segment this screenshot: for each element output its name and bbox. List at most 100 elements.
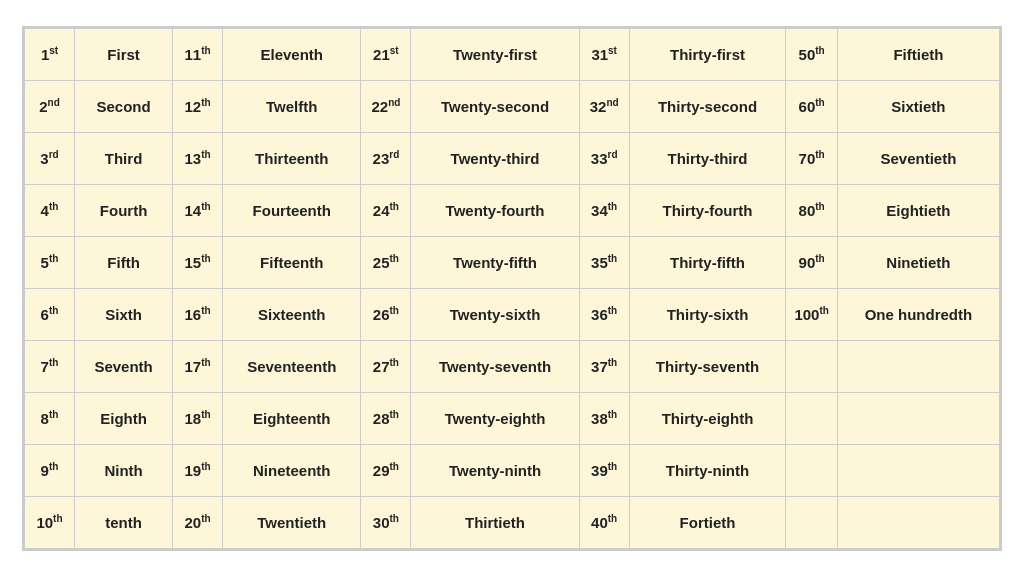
- number-cell: [786, 340, 837, 392]
- number-cell: 32nd: [579, 80, 629, 132]
- number-cell: 23rd: [361, 132, 411, 184]
- ordinal-numbers-table: 1stFirst11thEleventh21stTwenty-first31st…: [22, 26, 1002, 551]
- number-cell: 22nd: [361, 80, 411, 132]
- number-cell: 1st: [25, 28, 75, 80]
- number-cell: 20th: [173, 496, 223, 548]
- number-cell: 100th: [786, 288, 837, 340]
- number-cell: [786, 392, 837, 444]
- number-cell: 25th: [361, 236, 411, 288]
- word-cell: Seventeenth: [223, 340, 361, 392]
- number-cell: 35th: [579, 236, 629, 288]
- word-cell: tenth: [75, 496, 173, 548]
- word-cell: Thirty-fifth: [629, 236, 786, 288]
- number-cell: 8th: [25, 392, 75, 444]
- number-cell: 17th: [173, 340, 223, 392]
- number-cell: 14th: [173, 184, 223, 236]
- word-cell: Sixth: [75, 288, 173, 340]
- number-cell: 9th: [25, 444, 75, 496]
- number-cell: 12th: [173, 80, 223, 132]
- word-cell: Thirtieth: [411, 496, 579, 548]
- word-cell: Thirteenth: [223, 132, 361, 184]
- word-cell: [837, 496, 999, 548]
- word-cell: Twenty-third: [411, 132, 579, 184]
- number-cell: 80th: [786, 184, 837, 236]
- word-cell: Ninetieth: [837, 236, 999, 288]
- number-cell: 3rd: [25, 132, 75, 184]
- word-cell: Eighteenth: [223, 392, 361, 444]
- word-cell: Sixtieth: [837, 80, 999, 132]
- number-cell: 30th: [361, 496, 411, 548]
- number-cell: 60th: [786, 80, 837, 132]
- word-cell: Twenty-eighth: [411, 392, 579, 444]
- number-cell: 7th: [25, 340, 75, 392]
- word-cell: [837, 392, 999, 444]
- number-cell: 16th: [173, 288, 223, 340]
- number-cell: 24th: [361, 184, 411, 236]
- word-cell: One hundredth: [837, 288, 999, 340]
- word-cell: Fiftieth: [837, 28, 999, 80]
- word-cell: Twenty-first: [411, 28, 579, 80]
- number-cell: 31st: [579, 28, 629, 80]
- word-cell: Sixteenth: [223, 288, 361, 340]
- number-cell: 39th: [579, 444, 629, 496]
- word-cell: Fifteenth: [223, 236, 361, 288]
- word-cell: Thirty-seventh: [629, 340, 786, 392]
- word-cell: Third: [75, 132, 173, 184]
- word-cell: Thirty-eighth: [629, 392, 786, 444]
- number-cell: 18th: [173, 392, 223, 444]
- word-cell: Ninth: [75, 444, 173, 496]
- word-cell: Thirty-third: [629, 132, 786, 184]
- number-cell: 34th: [579, 184, 629, 236]
- word-cell: Fifth: [75, 236, 173, 288]
- word-cell: Fourth: [75, 184, 173, 236]
- word-cell: Thirty-ninth: [629, 444, 786, 496]
- number-cell: 2nd: [25, 80, 75, 132]
- number-cell: 19th: [173, 444, 223, 496]
- number-cell: 4th: [25, 184, 75, 236]
- word-cell: Twenty-second: [411, 80, 579, 132]
- word-cell: Twelfth: [223, 80, 361, 132]
- word-cell: Seventh: [75, 340, 173, 392]
- number-cell: 50th: [786, 28, 837, 80]
- number-cell: 10th: [25, 496, 75, 548]
- word-cell: Fortieth: [629, 496, 786, 548]
- word-cell: First: [75, 28, 173, 80]
- word-cell: Nineteenth: [223, 444, 361, 496]
- number-cell: 11th: [173, 28, 223, 80]
- number-cell: 70th: [786, 132, 837, 184]
- number-cell: 29th: [361, 444, 411, 496]
- number-cell: 40th: [579, 496, 629, 548]
- word-cell: Seventieth: [837, 132, 999, 184]
- word-cell: Eighth: [75, 392, 173, 444]
- number-cell: 6th: [25, 288, 75, 340]
- number-cell: 33rd: [579, 132, 629, 184]
- word-cell: Second: [75, 80, 173, 132]
- word-cell: Twenty-fifth: [411, 236, 579, 288]
- word-cell: Fourteenth: [223, 184, 361, 236]
- word-cell: Twenty-ninth: [411, 444, 579, 496]
- number-cell: 26th: [361, 288, 411, 340]
- word-cell: Twenty-seventh: [411, 340, 579, 392]
- word-cell: [837, 444, 999, 496]
- number-cell: 15th: [173, 236, 223, 288]
- number-cell: [786, 496, 837, 548]
- number-cell: 28th: [361, 392, 411, 444]
- word-cell: Twenty-fourth: [411, 184, 579, 236]
- number-cell: 37th: [579, 340, 629, 392]
- number-cell: 21st: [361, 28, 411, 80]
- number-cell: 27th: [361, 340, 411, 392]
- number-cell: 5th: [25, 236, 75, 288]
- word-cell: Twentieth: [223, 496, 361, 548]
- word-cell: Eightieth: [837, 184, 999, 236]
- number-cell: 90th: [786, 236, 837, 288]
- word-cell: Thirty-first: [629, 28, 786, 80]
- number-cell: 13th: [173, 132, 223, 184]
- word-cell: Thirty-sixth: [629, 288, 786, 340]
- word-cell: [837, 340, 999, 392]
- number-cell: 36th: [579, 288, 629, 340]
- word-cell: Twenty-sixth: [411, 288, 579, 340]
- number-cell: [786, 444, 837, 496]
- word-cell: Eleventh: [223, 28, 361, 80]
- word-cell: Thirty-fourth: [629, 184, 786, 236]
- word-cell: Thirty-second: [629, 80, 786, 132]
